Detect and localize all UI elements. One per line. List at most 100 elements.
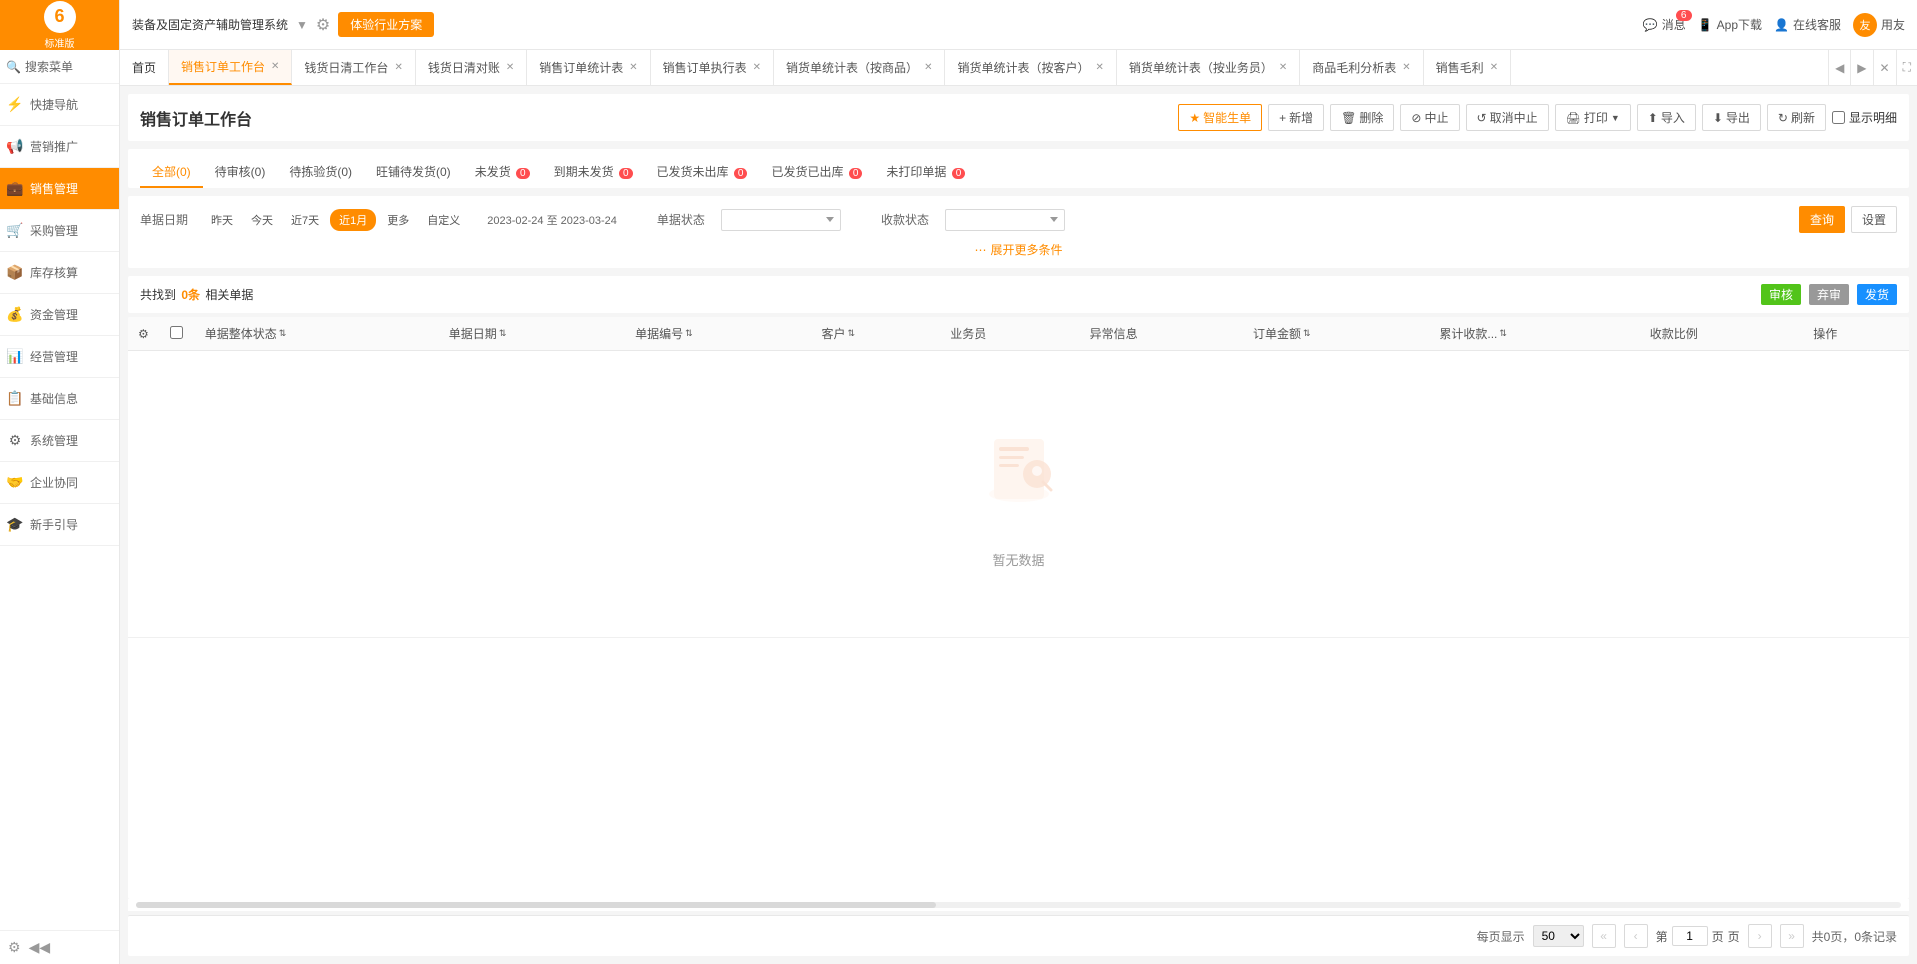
col-salesperson[interactable]: 业务员 [940, 317, 1079, 351]
sub-tab-not-printed[interactable]: 未打印单据 0 [874, 157, 977, 188]
tab-sales-by-customer[interactable]: 销货单统计表（按客户） ✕ [945, 50, 1116, 85]
col-doc-date[interactable]: 单据日期 ⇅ [439, 317, 625, 351]
ship-action-button[interactable]: 发货 [1857, 284, 1897, 305]
scrollbar-track[interactable] [136, 902, 1901, 908]
messages-item[interactable]: 💬 消息 6 [1643, 16, 1686, 33]
tab-fullscreen-button[interactable]: ⛶ [1896, 50, 1917, 85]
show-detail-checkbox[interactable] [1832, 111, 1845, 124]
expand-button[interactable]: ⋯ 展开更多条件 [974, 241, 1062, 258]
import-button[interactable]: ⬆ 导入 [1637, 104, 1696, 131]
page-number-input[interactable] [1672, 926, 1708, 946]
status-select[interactable] [721, 209, 841, 231]
total-records: 共0页，0条记录 [1812, 928, 1897, 945]
select-all-checkbox[interactable] [170, 326, 183, 339]
tab-sales-by-staff[interactable]: 销货单统计表（按业务员） ✕ [1117, 50, 1300, 85]
col-cumulative-payment[interactable]: 累计收款... ⇅ [1429, 317, 1639, 351]
sub-tab-wangpu[interactable]: 旺铺待发货(0) [364, 157, 463, 188]
sidebar-item-system[interactable]: ⚙ 系统管理 [0, 420, 119, 462]
tab-close-icon[interactable]: ✕ [629, 62, 637, 73]
query-button[interactable]: 查询 [1799, 206, 1845, 233]
next-page-button[interactable]: › [1748, 924, 1772, 948]
tab-close-icon[interactable]: ✕ [1402, 62, 1410, 73]
sub-tab-pending-review[interactable]: 待审核(0) [203, 157, 278, 188]
more-btn[interactable]: 更多 [380, 209, 416, 231]
export-button[interactable]: ⬇ 导出 [1702, 104, 1761, 131]
cancel-review-action-button[interactable]: 弃审 [1809, 284, 1849, 305]
tab-sales-gross[interactable]: 销售毛利 ✕ [1424, 50, 1511, 85]
add-button[interactable]: + 新增 [1268, 104, 1324, 131]
sidebar-search[interactable]: 🔍 搜索菜单 [0, 50, 119, 84]
cancel-pause-button[interactable]: ↺ 取消中止 [1466, 104, 1549, 131]
custom-btn[interactable]: 自定义 [420, 209, 467, 231]
sub-tab-overdue-ship[interactable]: 到期未发货 0 [542, 157, 645, 188]
1month-btn[interactable]: 近1月 [330, 209, 376, 231]
sidebar-item-inventory[interactable]: 📦 库存核算 [0, 252, 119, 294]
experience-button[interactable]: 体验行业方案 [338, 12, 434, 37]
tab-daily-clear[interactable]: 钱货日清工作台 ✕ [292, 50, 415, 85]
tab-home[interactable]: 首页 [120, 50, 169, 85]
delete-button[interactable]: 🗑 删除 [1330, 104, 1394, 131]
tab-close-all-button[interactable]: ✕ [1873, 50, 1896, 85]
tab-close-icon[interactable]: ✕ [506, 62, 514, 73]
tab-close-icon[interactable]: ✕ [1279, 62, 1287, 73]
col-checkbox[interactable] [159, 317, 195, 351]
prev-page-button[interactable]: ‹ [1624, 924, 1648, 948]
tab-close-icon[interactable]: ✕ [1490, 62, 1498, 73]
scrollbar-thumb[interactable] [136, 902, 936, 908]
app-download-item[interactable]: 📱 App下载 [1698, 16, 1762, 33]
tab-order-exec[interactable]: 销售订单执行表 ✕ [651, 50, 774, 85]
payment-select[interactable] [945, 209, 1065, 231]
tab-close-icon[interactable]: ✕ [271, 61, 279, 72]
online-service-item[interactable]: 👤 在线客服 [1774, 16, 1841, 33]
tab-close-icon[interactable]: ✕ [924, 62, 932, 73]
horizontal-scrollbar[interactable] [128, 899, 1909, 911]
sub-tab-shipped-out[interactable]: 已发货已出库 0 [759, 157, 874, 188]
col-settings[interactable]: ⚙ [128, 317, 159, 351]
tab-gross-analysis[interactable]: 商品毛利分析表 ✕ [1300, 50, 1423, 85]
col-doc-status[interactable]: 单据整体状态 ⇅ [195, 317, 439, 351]
sub-tab-shipped-not-out[interactable]: 已发货未出库 0 [645, 157, 760, 188]
print-button[interactable]: 🖨 打印 ▼ [1555, 104, 1631, 131]
last-page-button[interactable]: » [1780, 924, 1804, 948]
yesterday-btn[interactable]: 昨天 [204, 209, 240, 231]
7days-btn[interactable]: 近7天 [284, 209, 326, 231]
sub-tab-all[interactable]: 全部(0) [140, 157, 203, 188]
sidebar-item-quick-nav[interactable]: ⚡ 快捷导航 [0, 84, 119, 126]
collapse-icon[interactable]: ◀◀ [29, 939, 51, 956]
tab-close-icon[interactable]: ✕ [1095, 62, 1103, 73]
sidebar-item-purchase[interactable]: 🛒 采购管理 [0, 210, 119, 252]
header-settings-icon[interactable]: ⚙ [316, 15, 330, 35]
sidebar-item-operations[interactable]: 📊 经营管理 [0, 336, 119, 378]
tab-close-icon[interactable]: ✕ [394, 62, 402, 73]
user-item[interactable]: 友 用友 [1853, 13, 1905, 37]
dropdown-icon[interactable]: ▼ [296, 18, 308, 32]
sidebar-item-sales[interactable]: 💼 销售管理 [0, 168, 119, 210]
per-page-select[interactable]: 50 10 20 100 [1533, 925, 1584, 947]
tab-sales-workbench[interactable]: 销售订单工作台 ✕ [169, 50, 292, 85]
tab-prev-button[interactable]: ◀ [1828, 50, 1850, 85]
settings-filter-button[interactable]: 设置 [1851, 206, 1897, 233]
sub-tab-pending-pick[interactable]: 待拣验货(0) [277, 157, 364, 188]
sidebar-item-marketing[interactable]: 📢 营销推广 [0, 126, 119, 168]
today-btn[interactable]: 今天 [244, 209, 280, 231]
pause-button[interactable]: ⊘ 中止 [1400, 104, 1459, 131]
tab-sales-by-product[interactable]: 销货单统计表（按商品） ✕ [774, 50, 945, 85]
review-action-button[interactable]: 审核 [1761, 284, 1801, 305]
smart-create-button[interactable]: ★ 智能生单 [1178, 104, 1262, 131]
refresh-button[interactable]: ↻ 刷新 [1767, 104, 1826, 131]
sidebar-item-base-info[interactable]: 📋 基础信息 [0, 378, 119, 420]
tab-close-icon[interactable]: ✕ [753, 62, 761, 73]
show-detail-toggle[interactable]: 显示明细 [1832, 109, 1897, 126]
first-page-button[interactable]: « [1592, 924, 1616, 948]
col-doc-no[interactable]: 单据编号 ⇅ [625, 317, 811, 351]
tab-next-button[interactable]: ▶ [1850, 50, 1872, 85]
tab-order-stats[interactable]: 销售订单统计表 ✕ [527, 50, 650, 85]
col-customer[interactable]: 客户 ⇅ [812, 317, 941, 351]
sidebar-item-enterprise[interactable]: 🤝 企业协同 [0, 462, 119, 504]
settings-bottom-icon[interactable]: ⚙ [8, 939, 21, 956]
tab-reconcile[interactable]: 钱货日清对账 ✕ [416, 50, 527, 85]
col-order-amount[interactable]: 订单金额 ⇅ [1243, 317, 1429, 351]
sidebar-item-finance[interactable]: 💰 资金管理 [0, 294, 119, 336]
sub-tab-not-shipped[interactable]: 未发货 0 [463, 157, 542, 188]
sidebar-item-newbie[interactable]: 🎓 新手引导 [0, 504, 119, 546]
